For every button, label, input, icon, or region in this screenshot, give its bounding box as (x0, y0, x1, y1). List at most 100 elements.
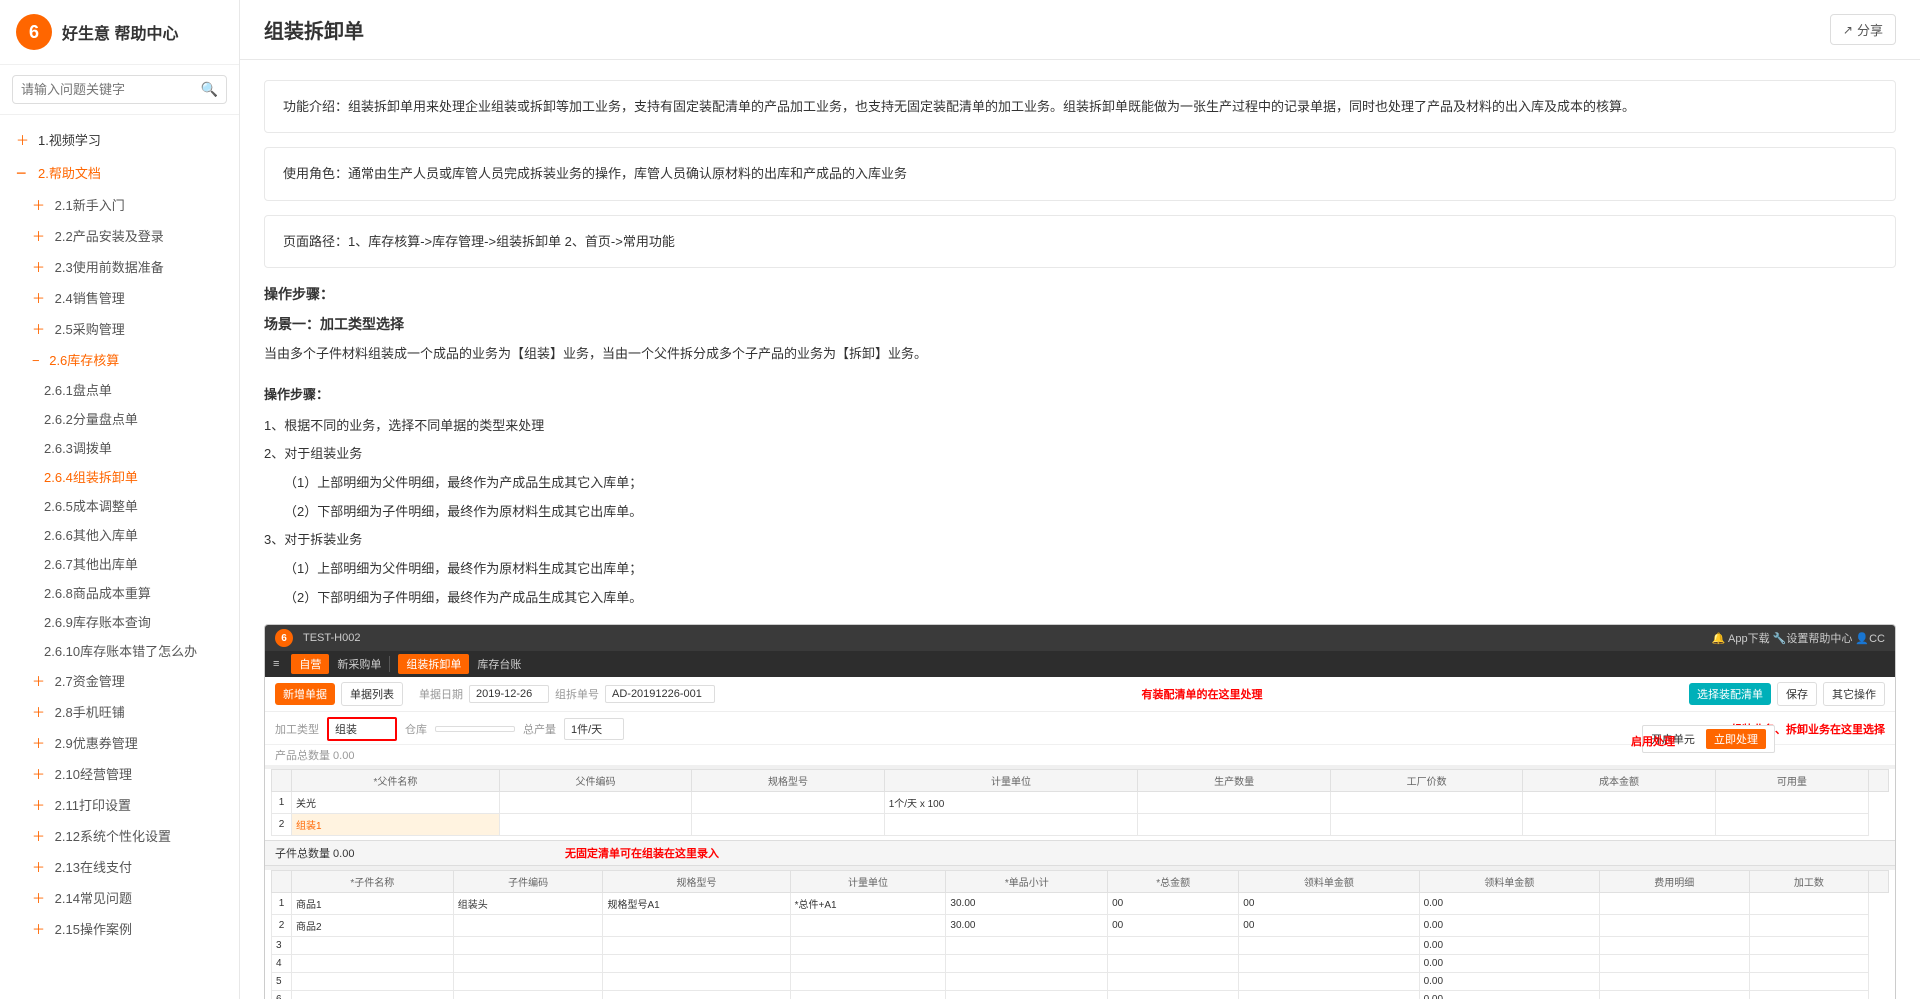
mock-nav-item-ziy: 自营 (291, 654, 329, 674)
mock-col-unit: 计量单位 (884, 770, 1138, 792)
table-row: 30.00 (272, 937, 1889, 955)
step3b-text: （2）下部明细为子件明细，最终作为产成品生成其它入库单。 (264, 586, 1896, 611)
expand-icon-sub24: ＋ (32, 291, 45, 306)
mock-divider: 子件总数量 0.00 无固定清单可在组装在这里录入 (265, 840, 1895, 866)
mock-btn-other[interactable]: 其它操作 (1823, 682, 1885, 706)
share-label: 分享 (1857, 20, 1883, 39)
mock-col-parent-name: *父件名称 (292, 770, 500, 792)
sub22-label: 2.2产品安装及登录 (55, 229, 164, 244)
mock-date-val: 2019-12-26 (469, 685, 549, 703)
table-row: 60.00 (272, 991, 1889, 999)
mock-col-checkbox (272, 770, 292, 792)
sidebar-item-leaf261[interactable]: 2.6.1盘点单 (0, 375, 239, 404)
scene1-desc: 当由多个子件材料组装成一个成品的业务为【组装】业务，当由一个父件拆分成多个子产品… (264, 342, 1896, 367)
sub25-label: 2.5采购管理 (55, 322, 125, 337)
step3-text: 3、对于拆装业务 (264, 528, 1896, 553)
mock-qty-label: 总产量 (523, 721, 556, 737)
step2a-text: （1）上部明细为父件明细，最终作为产成品生成其它入库单； (264, 471, 1896, 496)
cat1-label: 1.视频学习 (38, 130, 101, 149)
mock-col-avail-qty: 可用量 (1715, 770, 1868, 792)
mock-nav-tabs: ≡ 自营 新采购单 组装拆卸单 库存台账 (265, 651, 1895, 677)
mock-col-ops (1869, 770, 1889, 792)
sidebar-item-sub26[interactable]: − 2.6库存核算 (0, 344, 239, 375)
sidebar-item-sub24[interactable]: ＋ 2.4销售管理 (0, 282, 239, 313)
sidebar-item-sub214[interactable]: ＋ 2.14常见问题 (0, 882, 239, 913)
search-input[interactable] (21, 82, 201, 97)
search-icon[interactable]: 🔍 (201, 81, 218, 98)
page-title: 组装拆卸单 (264, 15, 364, 44)
sidebar-item-leaf262[interactable]: 2.6.2分量盘点单 (0, 404, 239, 433)
sidebar-item-leaf263[interactable]: 2.6.3调拨单 (0, 433, 239, 462)
search-area: 🔍 (0, 65, 239, 115)
sidebar-item-leaf266[interactable]: 2.6.6其他入库单 (0, 520, 239, 549)
mock-table-top-area: *父件名称 父件编码 规格型号 计量单位 生产数量 工厂价数 成本金额 可用量 (265, 769, 1895, 840)
sidebar: 6 好生意 帮助中心 🔍 ＋ 1.视频学习 − 2.帮助文档 ＋ 2.1新手入门… (0, 0, 240, 999)
mock-nav-icon: ≡ (273, 658, 279, 670)
mock-btn-select-bom[interactable]: 选择装配清单 (1689, 683, 1771, 705)
ops-steps-label: 操作步骤： (264, 383, 1896, 408)
sub21-label: 2.1新手入门 (55, 198, 125, 213)
mock-enable-btn[interactable]: 立即处理 (1706, 729, 1766, 749)
sidebar-item-sub213[interactable]: ＋ 2.13在线支付 (0, 851, 239, 882)
share-button[interactable]: ↗ 分享 (1830, 14, 1896, 45)
sidebar-item-sub23[interactable]: ＋ 2.3使用前数据准备 (0, 251, 239, 282)
expand-icon-sub23: ＋ (32, 260, 45, 275)
mock-system-code: TEST-H002 (303, 632, 360, 644)
sidebar-item-sub21[interactable]: ＋ 2.1新手入门 (0, 189, 239, 220)
mock-btn-save[interactable]: 保存 (1777, 682, 1817, 706)
mock-table-bottom: *子件名称 子件编码 规格型号 计量单位 *单品小计 *总金额 领料单金额 领料… (271, 870, 1889, 999)
table-row: 1 关光 1个/天 x 100 (272, 792, 1889, 814)
collapse-icon-sub26: − (32, 353, 40, 368)
sidebar-item-sub25[interactable]: ＋ 2.5采购管理 (0, 313, 239, 344)
mock-btn-add[interactable]: 新增单据 (275, 683, 335, 705)
search-box: 🔍 (12, 75, 227, 104)
sub26-label: 2.6库存核算 (49, 353, 119, 368)
expand-icon-sub22: ＋ (32, 229, 45, 244)
sidebar-item-sub211[interactable]: ＋ 2.11打印设置 (0, 789, 239, 820)
sidebar-item-leaf2610[interactable]: 2.6.10库存账本错了怎么办 (0, 636, 239, 665)
sidebar-item-sub27[interactable]: ＋ 2.7资金管理 (0, 665, 239, 696)
logo-icon: 6 (16, 14, 52, 50)
sidebar-item-sub212[interactable]: ＋ 2.12系统个性化设置 (0, 820, 239, 851)
role-intro-block: 使用角色：通常由生产人员或库管人员完成拆装业务的操作，库管人员确认原材料的出库和… (264, 147, 1896, 200)
step2b-text: （2）下部明细为子件明细，最终作为原材料生成其它出库单。 (264, 500, 1896, 525)
mock-table-top: *父件名称 父件编码 规格型号 计量单位 生产数量 工厂价数 成本金额 可用量 (271, 769, 1889, 836)
sidebar-item-leaf268[interactable]: 2.6.8商品成本重算 (0, 578, 239, 607)
steps-title: 操作步骤： (264, 284, 1896, 304)
mock-annotation4: 启用处理 (1631, 733, 1675, 749)
sidebar-item-cat1[interactable]: ＋ 1.视频学习 (0, 123, 239, 156)
mock-wh-val (435, 726, 515, 732)
mock-qty-val: 1件/天 (564, 718, 624, 740)
mock-system-bar: 6 TEST-H002 🔔 App下载 🔧设置帮助中心 👤CC (265, 625, 1895, 651)
mock-col-spec: 规格型号 (692, 770, 884, 792)
sidebar-item-leaf269[interactable]: 2.6.9库存账本查询 (0, 607, 239, 636)
mock-btn-list[interactable]: 单据列表 (341, 682, 403, 706)
table-row: 40.00 (272, 955, 1889, 973)
mock-date-label: 单据日期 (419, 686, 463, 702)
mock-toolbar: 新增单据 单据列表 单据日期 2019-12-26 组拆单号 AD-201912… (265, 677, 1895, 712)
mock-logo: 6 (275, 629, 293, 647)
sidebar-item-cat2[interactable]: − 2.帮助文档 (0, 156, 239, 189)
screenshot-inner: 6 TEST-H002 🔔 App下载 🔧设置帮助中心 👤CC ≡ 自营 新采购… (265, 625, 1895, 999)
sidebar-item-sub22[interactable]: ＋ 2.2产品安装及登录 (0, 220, 239, 251)
table-row: 2 商品2 30.00 00 00 0.00 (272, 915, 1889, 937)
sidebar-item-leaf267[interactable]: 2.6.7其他出库单 (0, 549, 239, 578)
mock-col-cost-amt: 成本金额 (1523, 770, 1715, 792)
content-area: 功能介绍：组装拆卸单用来处理企业组装或拆卸等加工业务，支持有固定装配清单的产品加… (240, 60, 1920, 999)
table-row: 50.00 (272, 973, 1889, 991)
sidebar-item-sub215[interactable]: ＋ 2.15操作案例 (0, 913, 239, 944)
role-intro-text: 使用角色：通常由生产人员或库管人员完成拆装业务的操作，库管人员确认原材料的出库和… (283, 166, 907, 181)
mock-col-factory-price: 工厂价数 (1330, 770, 1522, 792)
sidebar-item-sub29[interactable]: ＋ 2.9优惠券管理 (0, 727, 239, 758)
mock-col-parent-code: 父件编码 (499, 770, 691, 792)
mock-top-icons: 🔔 App下载 🔧设置帮助中心 👤CC (1712, 630, 1885, 646)
sidebar-item-sub210[interactable]: ＋ 2.10经营管理 (0, 758, 239, 789)
step1-text: 1、根据不同的业务，选择不同单据的类型来处理 (264, 414, 1896, 439)
sidebar-item-leaf264[interactable]: 2.6.4组装拆卸单 (0, 462, 239, 491)
path-intro-block: 页面路径：1、库存核算->库存管理->组装拆卸单 2、首页->常用功能 (264, 215, 1896, 268)
mock-docno-label: 组拆单号 (555, 686, 599, 702)
sidebar-item-sub28[interactable]: ＋ 2.8手机旺铺 (0, 696, 239, 727)
sidebar-item-leaf265[interactable]: 2.6.5成本调整单 (0, 491, 239, 520)
expand-icon-sub21: ＋ (32, 198, 45, 213)
mock-main-items-label: 产品总数量 0.00 (275, 747, 354, 763)
